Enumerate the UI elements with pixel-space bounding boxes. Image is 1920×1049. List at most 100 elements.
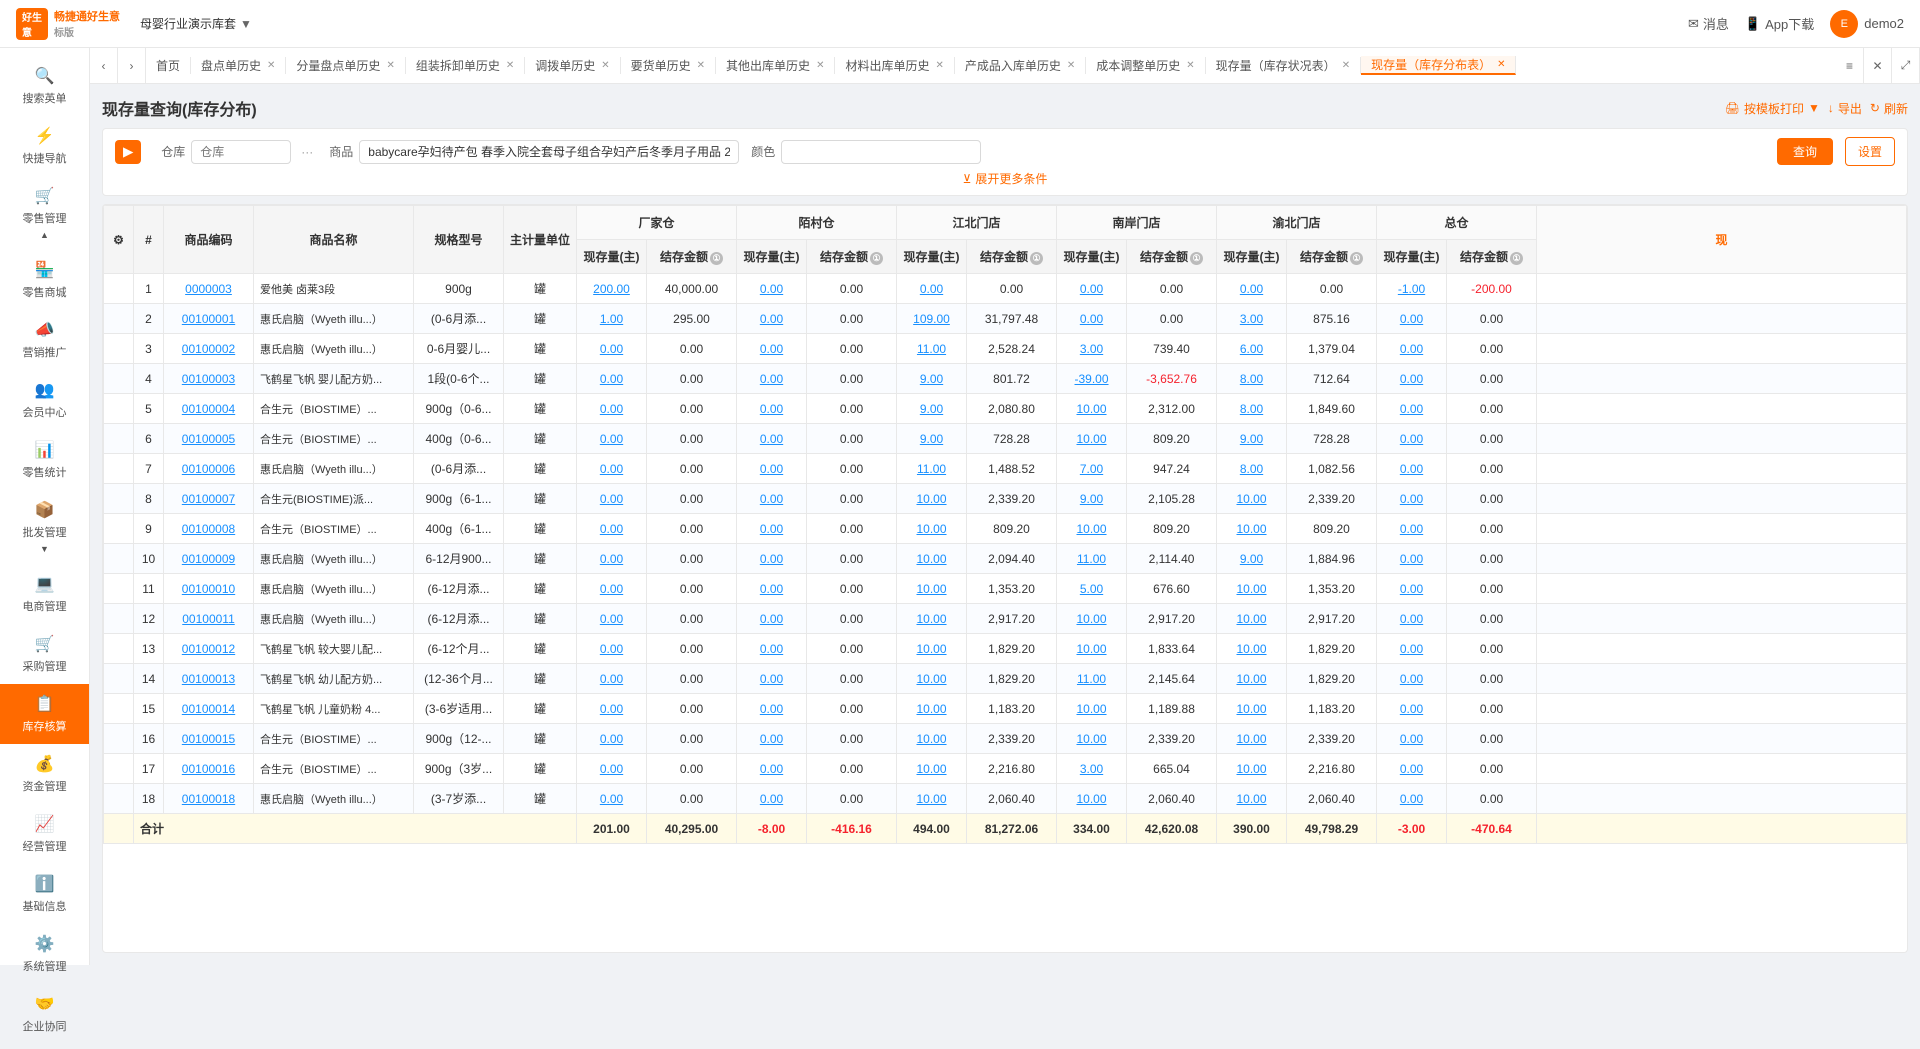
row-na-qty[interactable]: 11.00 [1057, 664, 1127, 694]
tab-requisition-close[interactable]: ✕ [697, 60, 705, 71]
row-cjc-qty[interactable]: 0.00 [577, 364, 647, 394]
tab-costadjust[interactable]: 成本调整单历史 ✕ [1086, 57, 1205, 74]
row-mcc-qty[interactable]: 0.00 [737, 544, 807, 574]
row-code[interactable]: 00100015 [164, 724, 254, 754]
row-mcc-qty[interactable]: 0.00 [737, 274, 807, 304]
row-jb-qty[interactable]: 11.00 [897, 454, 967, 484]
sidebar-item-base[interactable]: ℹ️ 基础信息 [0, 864, 89, 924]
row-yb-qty[interactable]: 9.00 [1217, 424, 1287, 454]
row-mcc-qty[interactable]: 0.00 [737, 304, 807, 334]
tab-otherout[interactable]: 其他出库单历史 ✕ [716, 57, 835, 74]
sidebar-item-finance[interactable]: 💰 资金管理 [0, 744, 89, 804]
row-code[interactable]: 00100005 [164, 424, 254, 454]
print-btn[interactable]: 🖨 按模板打印 ▼ [1725, 100, 1820, 117]
sidebar-item-inventory[interactable]: 📋 库存核算 [0, 684, 89, 744]
row-zc-qty[interactable]: 0.00 [1377, 394, 1447, 424]
row-yb-qty[interactable]: 8.00 [1217, 364, 1287, 394]
row-zc-qty[interactable]: 0.00 [1377, 364, 1447, 394]
sidebar-item-marketing[interactable]: 📣 营销推广 [0, 310, 89, 370]
row-yb-qty[interactable]: 10.00 [1217, 484, 1287, 514]
info-icon-5[interactable]: ① [1350, 252, 1363, 265]
row-zc-qty[interactable]: 0.00 [1377, 694, 1447, 724]
row-jb-qty[interactable]: 9.00 [897, 394, 967, 424]
row-zc-qty[interactable]: 0.00 [1377, 334, 1447, 364]
sidebar-item-mall[interactable]: 🏪 零售商城 [0, 250, 89, 310]
row-zc-qty[interactable]: 0.00 [1377, 754, 1447, 784]
row-mcc-qty[interactable]: 0.00 [737, 694, 807, 724]
row-mcc-qty[interactable]: 0.00 [737, 754, 807, 784]
row-mcc-qty[interactable]: 0.00 [737, 724, 807, 754]
row-na-qty[interactable]: 0.00 [1057, 274, 1127, 304]
row-cjc-qty[interactable]: 0.00 [577, 664, 647, 694]
tab-prev-btn[interactable]: ‹ [90, 48, 118, 83]
row-zc-qty[interactable]: 0.00 [1377, 784, 1447, 814]
row-zc-qty[interactable]: 0.00 [1377, 634, 1447, 664]
tab-stockdist-close[interactable]: ✕ [1497, 59, 1505, 70]
row-mcc-qty[interactable]: 0.00 [737, 784, 807, 814]
row-jb-qty[interactable]: 10.00 [897, 574, 967, 604]
tab-materialout-close[interactable]: ✕ [935, 60, 943, 71]
row-code[interactable]: 00100013 [164, 664, 254, 694]
row-yb-qty[interactable]: 10.00 [1217, 784, 1287, 814]
row-jb-qty[interactable]: 9.00 [897, 424, 967, 454]
row-na-qty[interactable]: 10.00 [1057, 424, 1127, 454]
export-btn[interactable]: ↓ 导出 [1828, 100, 1862, 117]
row-yb-qty[interactable]: 10.00 [1217, 664, 1287, 694]
row-yb-qty[interactable]: 10.00 [1217, 574, 1287, 604]
row-code[interactable]: 00100002 [164, 334, 254, 364]
sidebar-item-purchase[interactable]: 🛒 采购管理 [0, 624, 89, 684]
row-yb-qty[interactable]: 8.00 [1217, 394, 1287, 424]
expand-conditions-btn[interactable]: ⊻ 展开更多条件 [963, 170, 1048, 187]
tab-otherout-close[interactable]: ✕ [816, 60, 824, 71]
row-code[interactable]: 00100008 [164, 514, 254, 544]
row-zc-qty[interactable]: 0.00 [1377, 484, 1447, 514]
sidebar-item-nav[interactable]: ⚡ 快捷导航 [0, 116, 89, 176]
row-na-qty[interactable]: 9.00 [1057, 484, 1127, 514]
row-code[interactable]: 00100001 [164, 304, 254, 334]
tab-materialout[interactable]: 材料出库单历史 ✕ [835, 57, 954, 74]
row-cjc-qty[interactable]: 0.00 [577, 724, 647, 754]
row-mcc-qty[interactable]: 0.00 [737, 664, 807, 694]
row-jb-qty[interactable]: 9.00 [897, 364, 967, 394]
row-na-qty[interactable]: 10.00 [1057, 694, 1127, 724]
th-settings[interactable]: ⚙ [104, 206, 134, 274]
row-jb-qty[interactable]: 10.00 [897, 484, 967, 514]
row-zc-qty[interactable]: 0.00 [1377, 724, 1447, 754]
tab-next-btn[interactable]: › [118, 48, 146, 83]
row-code[interactable]: 00100003 [164, 364, 254, 394]
color-input[interactable] [781, 140, 981, 164]
row-cjc-qty[interactable]: 0.00 [577, 454, 647, 484]
row-na-qty[interactable]: 3.00 [1057, 754, 1127, 784]
row-jb-qty[interactable]: 109.00 [897, 304, 967, 334]
warehouse-more-btn[interactable]: ··· [297, 145, 317, 159]
row-mcc-qty[interactable]: 0.00 [737, 604, 807, 634]
setting-btn[interactable]: 设置 [1845, 137, 1895, 166]
tab-assembly-close[interactable]: ✕ [506, 60, 514, 71]
info-icon-3[interactable]: ① [1030, 252, 1043, 265]
industry-selector[interactable]: 母婴行业演示库套 ▼ [140, 15, 252, 32]
row-na-qty[interactable]: 10.00 [1057, 394, 1127, 424]
info-icon-4[interactable]: ① [1190, 252, 1203, 265]
tab-stockcount-close[interactable]: ✕ [267, 60, 275, 71]
row-cjc-qty[interactable]: 0.00 [577, 754, 647, 784]
row-zc-qty[interactable]: 0.00 [1377, 574, 1447, 604]
filter-expand-arrow[interactable]: ▶ [115, 140, 141, 164]
app-download-btn[interactable]: 📱 App下载 [1745, 14, 1814, 33]
row-zc-qty[interactable]: 0.00 [1377, 544, 1447, 574]
row-mcc-qty[interactable]: 0.00 [737, 334, 807, 364]
row-yb-qty[interactable]: 10.00 [1217, 754, 1287, 784]
row-yb-qty[interactable]: 0.00 [1217, 274, 1287, 304]
settings-gear-icon[interactable]: ⚙ [113, 233, 124, 247]
row-cjc-qty[interactable]: 0.00 [577, 334, 647, 364]
row-na-qty[interactable]: 10.00 [1057, 634, 1127, 664]
row-yb-qty[interactable]: 9.00 [1217, 544, 1287, 574]
row-code[interactable]: 0000003 [164, 274, 254, 304]
tab-stockcount[interactable]: 盘点单历史 ✕ [191, 57, 286, 74]
sidebar-item-member[interactable]: 👥 会员中心 [0, 370, 89, 430]
row-jb-qty[interactable]: 0.00 [897, 274, 967, 304]
row-jb-qty[interactable]: 10.00 [897, 514, 967, 544]
row-yb-qty[interactable]: 10.00 [1217, 724, 1287, 754]
row-jb-qty[interactable]: 11.00 [897, 334, 967, 364]
row-na-qty[interactable]: -39.00 [1057, 364, 1127, 394]
tab-requisition[interactable]: 要货单历史 ✕ [621, 57, 716, 74]
